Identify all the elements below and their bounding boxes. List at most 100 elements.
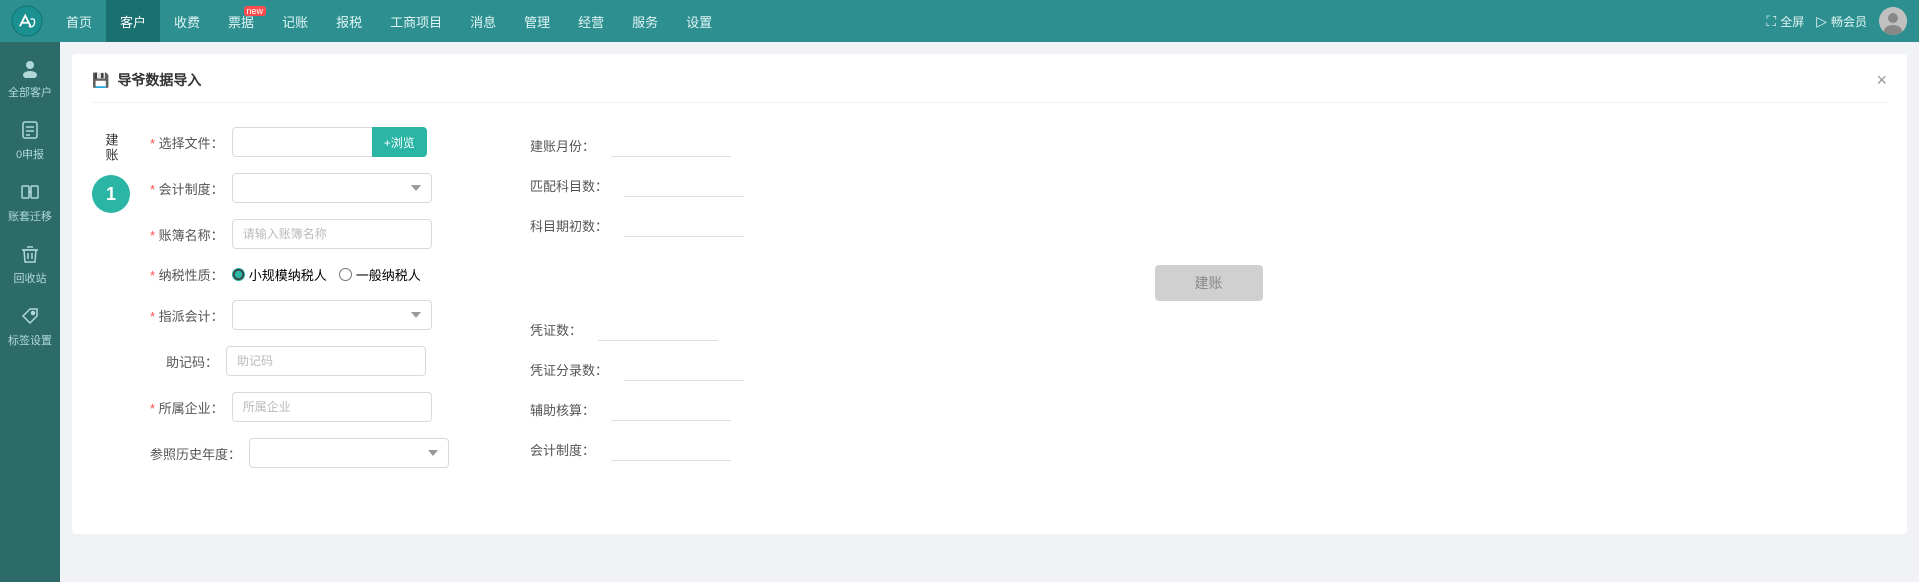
- nav-item-bookkeep[interactable]: 记账: [268, 0, 322, 42]
- match-value: [624, 173, 744, 197]
- tax-general-option[interactable]: 一般纳税人: [339, 265, 421, 284]
- aux-value: [611, 397, 731, 421]
- nav-item-settings[interactable]: 设置: [672, 0, 726, 42]
- panel-header: 💾 导爷数据导入: [92, 70, 1887, 103]
- vip-btn[interactable]: ▷ 畅会员: [1816, 13, 1867, 30]
- subject-row: 科目期初数：: [530, 213, 1887, 237]
- new-badge: new: [244, 6, 267, 16]
- form-grid: 选择文件： +浏览 会计制度：: [150, 127, 490, 468]
- nav-item-home[interactable]: 首页: [52, 0, 106, 42]
- nav-item-charge[interactable]: 收费: [160, 0, 214, 42]
- ledger-label: 账簿名称：: [150, 225, 224, 244]
- match-label: 匹配科目数：: [530, 176, 624, 195]
- build-button[interactable]: 建账: [1155, 265, 1263, 301]
- info-section: 建账月份： 匹配科目数： 科目期初数： 建账: [530, 133, 1887, 461]
- voucher-label: 凭证数：: [530, 320, 598, 339]
- accountant-label: 指派会计：: [150, 306, 224, 325]
- user-icon: [20, 58, 40, 81]
- history-label: 参照历史年度：: [150, 444, 241, 463]
- nav-item-manage[interactable]: 管理: [510, 0, 564, 42]
- nav-item-operation[interactable]: 经营: [564, 0, 618, 42]
- logo: [8, 2, 46, 40]
- company-input[interactable]: [232, 392, 432, 422]
- declare-icon: [20, 120, 40, 143]
- top-nav: 首页 客户 收费 票据 new 记账 报税 工商项目 消息 管理 经营 服务 设…: [0, 0, 1919, 42]
- panel-title: 导爷数据导入: [117, 70, 201, 90]
- sidebar: 全部客户 0申报 账套迁移 回收站 标签设置: [0, 42, 60, 582]
- import-panel: 💾 导爷数据导入 × 建账 1 选择文件：: [72, 54, 1907, 534]
- history-row: 参照历史年度：: [150, 438, 490, 468]
- sidebar-item-migrate[interactable]: 账套迁移: [0, 174, 60, 232]
- aux-label: 辅助核算：: [530, 400, 611, 419]
- file-input-wrap: +浏览: [232, 127, 427, 157]
- nav-item-invoice[interactable]: 票据 new: [214, 0, 268, 42]
- nav-right: ⛶ 全屏 ▷ 畅会员: [1766, 7, 1919, 35]
- tax-radio-group: 小规模纳税人 一般纳税人: [232, 265, 421, 284]
- voucher-value: [598, 317, 718, 341]
- fullscreen-btn[interactable]: ⛶ 全屏: [1766, 13, 1804, 30]
- accounting-row: 会计制度：: [150, 173, 490, 203]
- avatar[interactable]: [1879, 7, 1907, 35]
- close-button[interactable]: ×: [1876, 70, 1887, 91]
- sidebar-item-all-customers[interactable]: 全部客户: [0, 50, 60, 108]
- migrate-icon: [20, 182, 40, 205]
- main-layout: 全部客户 0申报 账套迁移 回收站 标签设置: [0, 42, 1919, 582]
- tax-row: 纳税性质： 小规模纳税人 一般纳税人: [150, 265, 490, 284]
- sidebar-item-trash[interactable]: 回收站: [0, 236, 60, 294]
- build-btn-wrap: 建账: [530, 265, 1887, 301]
- company-label: 所属企业：: [150, 398, 224, 417]
- accountant-row: 指派会计：: [150, 300, 490, 330]
- form-left: 建账 1 选择文件： +浏览: [92, 127, 490, 468]
- form-area: 建账 1 选择文件： +浏览: [92, 127, 1887, 468]
- browse-button[interactable]: +浏览: [372, 127, 427, 157]
- month-value: [611, 133, 731, 157]
- nav-item-customer[interactable]: 客户: [106, 0, 160, 42]
- subject-value: [624, 213, 744, 237]
- match-row: 匹配科目数：: [530, 173, 1887, 197]
- vip-icon: ▷: [1816, 13, 1827, 30]
- tax-label: 纳税性质：: [150, 265, 224, 284]
- aux-row: 辅助核算：: [530, 397, 1887, 421]
- sidebar-item-tag[interactable]: 标签设置: [0, 298, 60, 356]
- accounting-label: 会计制度：: [150, 179, 224, 198]
- file-label: 选择文件：: [150, 133, 224, 152]
- memo-label: 助记码：: [150, 352, 218, 371]
- history-select[interactable]: [249, 438, 449, 468]
- nav-item-business[interactable]: 工商项目: [376, 0, 456, 42]
- voucher-records-label: 凭证分录数：: [530, 360, 624, 379]
- sidebar-item-declare[interactable]: 0申报: [0, 112, 60, 170]
- nav-items: 首页 客户 收费 票据 new 记账 报税 工商项目 消息 管理 经营 服务 设…: [52, 0, 1766, 42]
- tax-small-option[interactable]: 小规模纳税人: [232, 265, 327, 284]
- accounting-sys-row: 会计制度：: [530, 437, 1887, 461]
- subject-label: 科目期初数：: [530, 216, 624, 235]
- ledger-input[interactable]: [232, 219, 432, 249]
- company-row: 所属企业：: [150, 392, 490, 422]
- main-content: 💾 导爷数据导入 × 建账 1 选择文件：: [60, 42, 1919, 582]
- nav-item-tax[interactable]: 报税: [322, 0, 376, 42]
- accounting-select[interactable]: [232, 173, 432, 203]
- ledger-row: 账簿名称：: [150, 219, 490, 249]
- info-panel: 建账月份： 匹配科目数： 科目期初数： 建账: [530, 127, 1887, 468]
- accounting-sys-label: 会计制度：: [530, 440, 611, 459]
- nav-item-message[interactable]: 消息: [456, 0, 510, 42]
- voucher-row: 凭证数：: [530, 317, 1887, 341]
- trash-icon: [20, 244, 40, 267]
- section-label: 建账: [102, 133, 121, 163]
- step-badge: 1: [92, 175, 130, 213]
- tax-small-radio[interactable]: [232, 268, 245, 281]
- memo-input[interactable]: [226, 346, 426, 376]
- fullscreen-icon: ⛶: [1766, 13, 1776, 30]
- tag-icon: [20, 306, 40, 329]
- tax-general-label: 一般纳税人: [356, 265, 421, 284]
- accounting-sys-value: [611, 437, 731, 461]
- nav-item-service[interactable]: 服务: [618, 0, 672, 42]
- import-icon: 💾: [92, 72, 109, 89]
- file-text-input[interactable]: [232, 127, 372, 157]
- month-row: 建账月份：: [530, 133, 1887, 157]
- voucher-records-value: [624, 357, 744, 381]
- voucher-records-row: 凭证分录数：: [530, 357, 1887, 381]
- tax-general-radio[interactable]: [339, 268, 352, 281]
- memo-row: 助记码：: [150, 346, 490, 376]
- accountant-select[interactable]: [232, 300, 432, 330]
- month-label: 建账月份：: [530, 136, 611, 155]
